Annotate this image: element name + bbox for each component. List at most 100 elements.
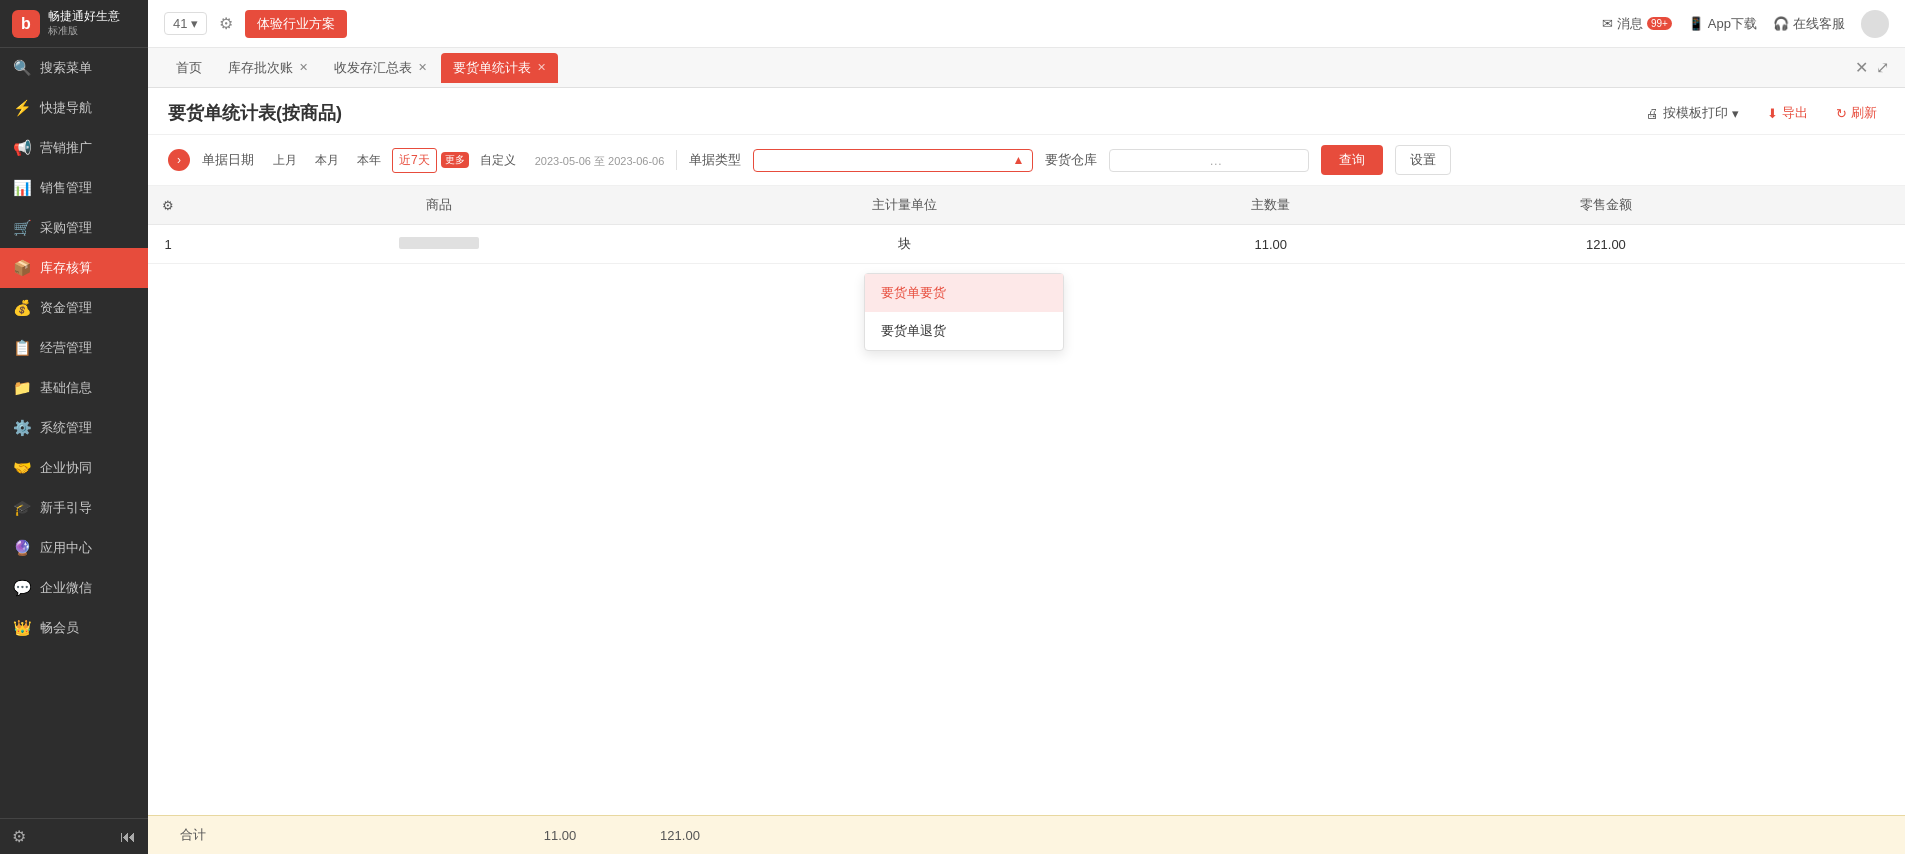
table-header-row: ⚙ 商品 主计量单位 主数量 零售金额 — [148, 186, 1905, 225]
export-label: 导出 — [1782, 104, 1808, 122]
sidebar-item-management[interactable]: 📋 经营管理 — [0, 328, 148, 368]
row-amount: 121.00 — [1423, 225, 1790, 264]
filter-expand-button[interactable]: › — [168, 149, 190, 171]
header-settings-icon[interactable]: ⚙ — [219, 14, 233, 33]
appcenter-icon: 🔮 — [12, 538, 32, 558]
content-toolbar: 🖨 按模板打印 ▾ ⬇ 导出 ↻ 刷新 — [1638, 100, 1885, 126]
date-btn-7days[interactable]: 近7天 — [392, 148, 437, 173]
date-buttons: 上月 本月 本年 近7天 更多 自定义 — [266, 148, 523, 173]
inventory-icon: 📦 — [12, 258, 32, 278]
sidebar-item-quicknav[interactable]: ⚡ 快捷导航 — [0, 88, 148, 128]
sidebar-item-enterprise[interactable]: 🤝 企业协同 — [0, 448, 148, 488]
type-filter-chevron-icon[interactable]: ▲ — [1012, 153, 1024, 167]
sidebar-item-appcenter[interactable]: 🔮 应用中心 — [0, 528, 148, 568]
tab-inventory-batch-close-icon[interactable]: ✕ — [299, 61, 308, 74]
sidebar-item-marketing[interactable]: 📢 营销推广 — [0, 128, 148, 168]
sidebar-item-basic-info[interactable]: 📁 基础信息 — [0, 368, 148, 408]
footer-quantity: 11.00 — [500, 828, 620, 843]
export-button[interactable]: ⬇ 导出 — [1759, 100, 1816, 126]
tab-inventory-batch-label: 库存批次账 — [228, 59, 293, 77]
sidebar-item-system[interactable]: ⚙️ 系统管理 — [0, 408, 148, 448]
sidebar-item-finance[interactable]: 💰 资金管理 — [0, 288, 148, 328]
main-area: 41 ▾ ⚙ 体验行业方案 ✉ 消息 99+ 📱 App下载 🎧 在线客服 — [148, 0, 1905, 854]
sidebar-footer: ⚙ ⏮ — [0, 818, 148, 854]
sidebar-item-label: 应用中心 — [40, 539, 92, 557]
date-filter-label: 单据日期 — [202, 151, 254, 169]
tab-inventory-batch[interactable]: 库存批次账 ✕ — [216, 53, 320, 83]
query-button[interactable]: 查询 — [1321, 145, 1383, 175]
filter-bar: › 单据日期 上月 本月 本年 近7天 更多 自定义 2023-05-06 至 … — [148, 135, 1905, 186]
messages-icon: ✉ — [1602, 16, 1613, 31]
print-chevron-icon: ▾ — [1732, 106, 1739, 121]
sidebar-item-label: 企业微信 — [40, 579, 92, 597]
sidebar-item-label: 快捷导航 — [40, 99, 92, 117]
trial-button[interactable]: 体验行业方案 — [245, 10, 347, 38]
sidebar-item-label: 畅会员 — [40, 619, 79, 637]
col-settings-header[interactable]: ⚙ — [148, 186, 188, 225]
basic-info-icon: 📁 — [12, 378, 32, 398]
sidebar-logo: b 畅捷通好生意 标准版 — [0, 0, 148, 48]
tab-order-stats[interactable]: 要货单统计表 ✕ — [441, 53, 558, 83]
footer-total-label: 合计 — [180, 827, 206, 842]
sidebar-item-label: 营销推广 — [40, 139, 92, 157]
sidebar-item-label: 系统管理 — [40, 419, 92, 437]
date-range-text: 2023-05-06 至 2023-06-06 — [535, 155, 665, 167]
sidebar-item-label: 销售管理 — [40, 179, 92, 197]
enterprise-icon: 🤝 — [12, 458, 32, 478]
window-maximize-icon[interactable]: ⤢ — [1876, 58, 1889, 77]
finance-icon: 💰 — [12, 298, 32, 318]
sidebar-item-purchase[interactable]: 🛒 采购管理 — [0, 208, 148, 248]
date-btn-custom[interactable]: 自定义 — [473, 148, 523, 173]
tab-home-label: 首页 — [176, 59, 202, 77]
sidebar-item-search[interactable]: 🔍 搜索菜单 — [0, 48, 148, 88]
tab-summary-close-icon[interactable]: ✕ — [418, 61, 427, 74]
date-btn-last-month[interactable]: 上月 — [266, 148, 304, 173]
tab-summary[interactable]: 收发存汇总表 ✕ — [322, 53, 439, 83]
sidebar-item-guide[interactable]: 🎓 新手引导 — [0, 488, 148, 528]
sidebar-item-member[interactable]: 👑 畅会员 — [0, 608, 148, 648]
date-btn-this-month[interactable]: 本月 — [308, 148, 346, 173]
settings-footer-icon[interactable]: ⚙ — [12, 827, 26, 846]
content-area: 要货单统计表(按商品) 🖨 按模板打印 ▾ ⬇ 导出 ↻ 刷新 › — [148, 88, 1905, 854]
col-amount-header: 零售金额 — [1423, 186, 1790, 225]
date-more-badge[interactable]: 更多 — [441, 152, 469, 168]
tab-home[interactable]: 首页 — [164, 53, 214, 83]
messages-item[interactable]: ✉ 消息 99+ — [1602, 15, 1672, 33]
app-download-item[interactable]: 📱 App下载 — [1688, 15, 1757, 33]
purchase-icon: 🛒 — [12, 218, 32, 238]
sidebar-item-inventory[interactable]: 📦 库存核算 — [0, 248, 148, 288]
management-icon: 📋 — [12, 338, 32, 358]
system-icon: ⚙️ — [12, 418, 32, 438]
row-product — [188, 225, 690, 264]
store-selector[interactable]: 41 ▾ — [164, 12, 207, 35]
online-service-item[interactable]: 🎧 在线客服 — [1773, 15, 1845, 33]
refresh-label: 刷新 — [1851, 104, 1877, 122]
set-button[interactable]: 设置 — [1395, 145, 1451, 175]
collapse-sidebar-icon[interactable]: ⏮ — [120, 828, 136, 846]
store-name: 41 — [173, 16, 187, 31]
type-filter-text-input[interactable] — [762, 153, 1012, 168]
phone-icon: 📱 — [1688, 16, 1704, 31]
refresh-button[interactable]: ↻ 刷新 — [1828, 100, 1885, 126]
member-icon: 👑 — [12, 618, 32, 638]
app-logo-icon: b — [12, 10, 40, 38]
tab-order-stats-close-icon[interactable]: ✕ — [537, 61, 546, 74]
col-product-header: 商品 — [188, 186, 690, 225]
type-filter-input[interactable]: ▲ — [753, 149, 1033, 172]
print-button[interactable]: 🖨 按模板打印 ▾ — [1638, 100, 1747, 126]
dropdown-item-order-goods[interactable]: 要货单要货 — [865, 274, 1063, 312]
sidebar-item-sales[interactable]: 📊 销售管理 — [0, 168, 148, 208]
window-minimize-icon[interactable]: ✕ — [1855, 58, 1868, 77]
footer-amount: 121.00 — [620, 828, 740, 843]
sidebar-item-label: 基础信息 — [40, 379, 92, 397]
user-avatar[interactable] — [1861, 10, 1889, 38]
row-unit: 块 — [690, 225, 1119, 264]
top-header: 41 ▾ ⚙ 体验行业方案 ✉ 消息 99+ 📱 App下载 🎧 在线客服 — [148, 0, 1905, 48]
service-icon: 🎧 — [1773, 16, 1789, 31]
dropdown-item-order-return[interactable]: 要货单退货 — [865, 312, 1063, 350]
sidebar-item-wechat[interactable]: 💬 企业微信 — [0, 568, 148, 608]
warehouse-filter-input[interactable]: … — [1109, 149, 1309, 172]
sidebar: b 畅捷通好生意 标准版 🔍 搜索菜单 ⚡ 快捷导航 📢 营销推广 📊 销售管理… — [0, 0, 148, 854]
export-icon: ⬇ — [1767, 106, 1778, 121]
date-btn-this-year[interactable]: 本年 — [350, 148, 388, 173]
